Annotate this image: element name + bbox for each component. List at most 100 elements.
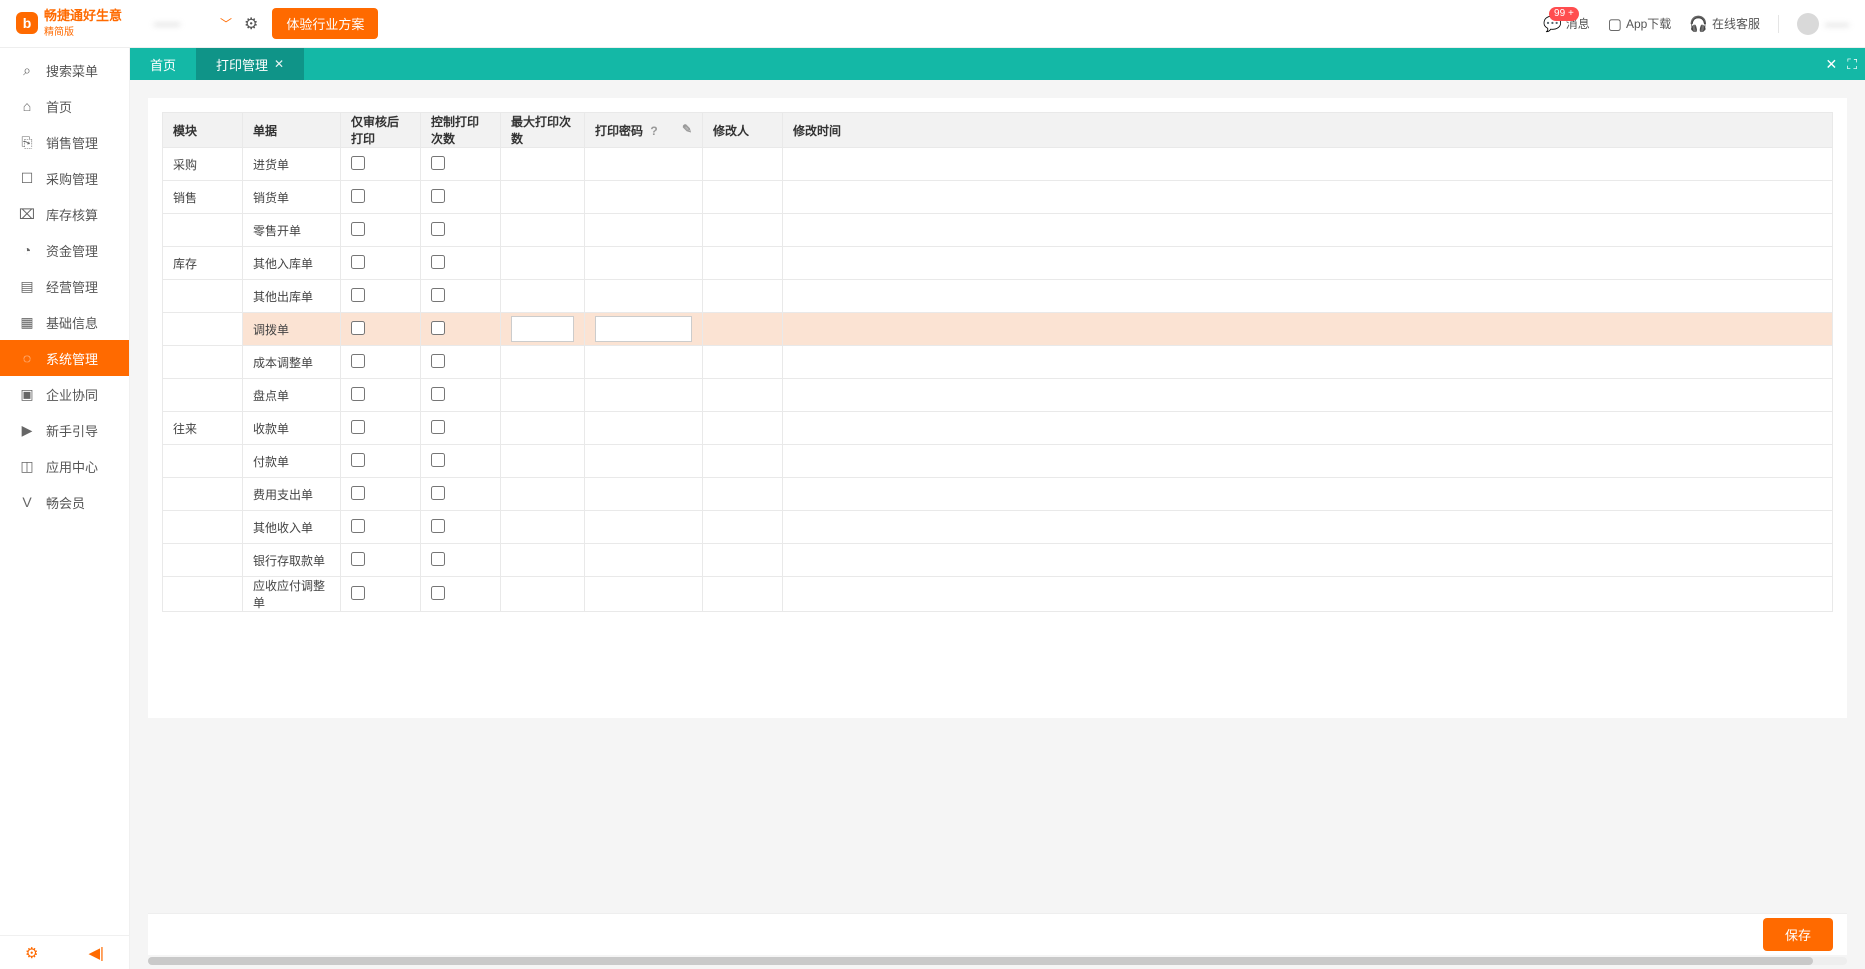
cell-modtime [783,247,1833,280]
audit-print-checkbox[interactable] [351,586,365,600]
limit-count-checkbox[interactable] [431,486,445,500]
app-download-link[interactable]: ▢ App下载 [1608,15,1672,33]
sidebar-item-11[interactable]: ◫应用中心 [0,448,129,484]
sidebar-item-label: 销售管理 [46,133,98,152]
user-menu[interactable]: —— [1797,13,1849,35]
print-password-input[interactable] [595,316,692,342]
sidebar-item-4[interactable]: ⌧库存核算 [0,196,129,232]
cell-doc: 成本调整单 [243,346,341,379]
audit-print-checkbox[interactable] [351,552,365,566]
audit-print-checkbox[interactable] [351,420,365,434]
audit-print-checkbox[interactable] [351,321,365,335]
main-area: 首页 打印管理 ✕ ✕ ⛶ [130,48,1865,969]
cell-modtime [783,478,1833,511]
sidebar-item-8[interactable]: ◌系统管理 [0,340,129,376]
sidebar-item-2[interactable]: ⎘销售管理 [0,124,129,160]
col-limit-count: 控制打印次数 [421,113,501,148]
limit-count-checkbox[interactable] [431,156,445,170]
audit-print-checkbox[interactable] [351,486,365,500]
limit-count-checkbox[interactable] [431,189,445,203]
limit-count-checkbox[interactable] [431,519,445,533]
limit-count-checkbox[interactable] [431,552,445,566]
tab-close-all-icon[interactable]: ✕ [1825,56,1837,73]
footer-bar: 保存 [148,913,1847,955]
help-icon[interactable]: ? [650,124,657,138]
logo: b 畅捷通好生意 精简版 [16,9,134,38]
sidebar-item-9[interactable]: ▣企业协同 [0,376,129,412]
gear-icon[interactable]: ⚙ [244,14,258,34]
limit-count-checkbox[interactable] [431,420,445,434]
limit-count-checkbox[interactable] [431,453,445,467]
cell-modtime [783,412,1833,445]
limit-count-checkbox[interactable] [431,321,445,335]
sidebar-item-6[interactable]: ▤经营管理 [0,268,129,304]
cell-audit-print [341,247,421,280]
app-label: App下载 [1626,15,1671,32]
table-row: 其他出库单 [163,280,1833,313]
cell-max [501,346,585,379]
max-print-input[interactable] [511,316,574,342]
audit-print-checkbox[interactable] [351,519,365,533]
audit-print-checkbox[interactable] [351,288,365,302]
sidebar-item-12[interactable]: V畅会员 [0,484,129,520]
tab-home[interactable]: 首页 [130,48,196,80]
cell-modby [703,214,783,247]
table-row: 其他收入单 [163,511,1833,544]
cell-pwd [585,148,703,181]
cell-pwd [585,577,703,612]
experience-button[interactable]: 体验行业方案 [272,8,378,39]
sidebar-icon: ▣ [18,386,36,403]
table-row: 盘点单 [163,379,1833,412]
company-selector[interactable]: —— ﹀ [154,15,232,32]
horizontal-scrollbar[interactable] [148,957,1847,967]
audit-print-checkbox[interactable] [351,387,365,401]
sidebar: ⌕搜索菜单⌂首页⎘销售管理☐采购管理⌧库存核算◔资金管理▤经营管理▦基础信息◌系… [0,48,130,969]
audit-print-checkbox[interactable] [351,255,365,269]
cell-doc: 调拨单 [243,313,341,346]
sidebar-item-label: 首页 [46,97,72,116]
limit-count-checkbox[interactable] [431,354,445,368]
sidebar-icon: ▶ [18,422,36,439]
cell-audit-print [341,313,421,346]
save-button[interactable]: 保存 [1763,918,1833,951]
audit-print-checkbox[interactable] [351,453,365,467]
sidebar-item-label: 畅会员 [46,493,85,512]
tab-print-manage[interactable]: 打印管理 ✕ [196,48,304,80]
audit-print-checkbox[interactable] [351,156,365,170]
limit-count-checkbox[interactable] [431,222,445,236]
audit-print-checkbox[interactable] [351,222,365,236]
cell-doc: 其他收入单 [243,511,341,544]
sidebar-item-10[interactable]: ▶新手引导 [0,412,129,448]
limit-count-checkbox[interactable] [431,288,445,302]
sidebar-icon: ◌ [18,350,36,366]
sidebar-item-3[interactable]: ☐采购管理 [0,160,129,196]
avatar-icon [1797,13,1819,35]
sidebar-item-0[interactable]: ⌕搜索菜单 [0,52,129,88]
cell-modtime [783,280,1833,313]
limit-count-checkbox[interactable] [431,255,445,269]
online-service-link[interactable]: 🎧 在线客服 [1689,15,1760,33]
messages-link[interactable]: 99 + 💬 消息 [1543,15,1590,33]
audit-print-checkbox[interactable] [351,189,365,203]
sidebar-item-1[interactable]: ⌂首页 [0,88,129,124]
sidebar-item-7[interactable]: ▦基础信息 [0,304,129,340]
cell-pwd [585,181,703,214]
cell-module [163,346,243,379]
cell-module [163,379,243,412]
sidebar-item-5[interactable]: ◔资金管理 [0,232,129,268]
col-module: 模块 [163,113,243,148]
cell-max [501,445,585,478]
cell-audit-print [341,412,421,445]
limit-count-checkbox[interactable] [431,387,445,401]
edit-icon[interactable]: ✎ [682,122,692,136]
table-row: 付款单 [163,445,1833,478]
collapse-icon[interactable]: ◀| [89,944,104,962]
tab-print-label: 打印管理 [216,55,268,74]
tab-strip: 首页 打印管理 ✕ ✕ ⛶ [130,48,1865,80]
limit-count-checkbox[interactable] [431,586,445,600]
cell-doc: 银行存取款单 [243,544,341,577]
settings-icon[interactable]: ⚙ [25,944,38,962]
audit-print-checkbox[interactable] [351,354,365,368]
fullscreen-icon[interactable]: ⛶ [1847,56,1857,73]
close-icon[interactable]: ✕ [274,57,284,71]
